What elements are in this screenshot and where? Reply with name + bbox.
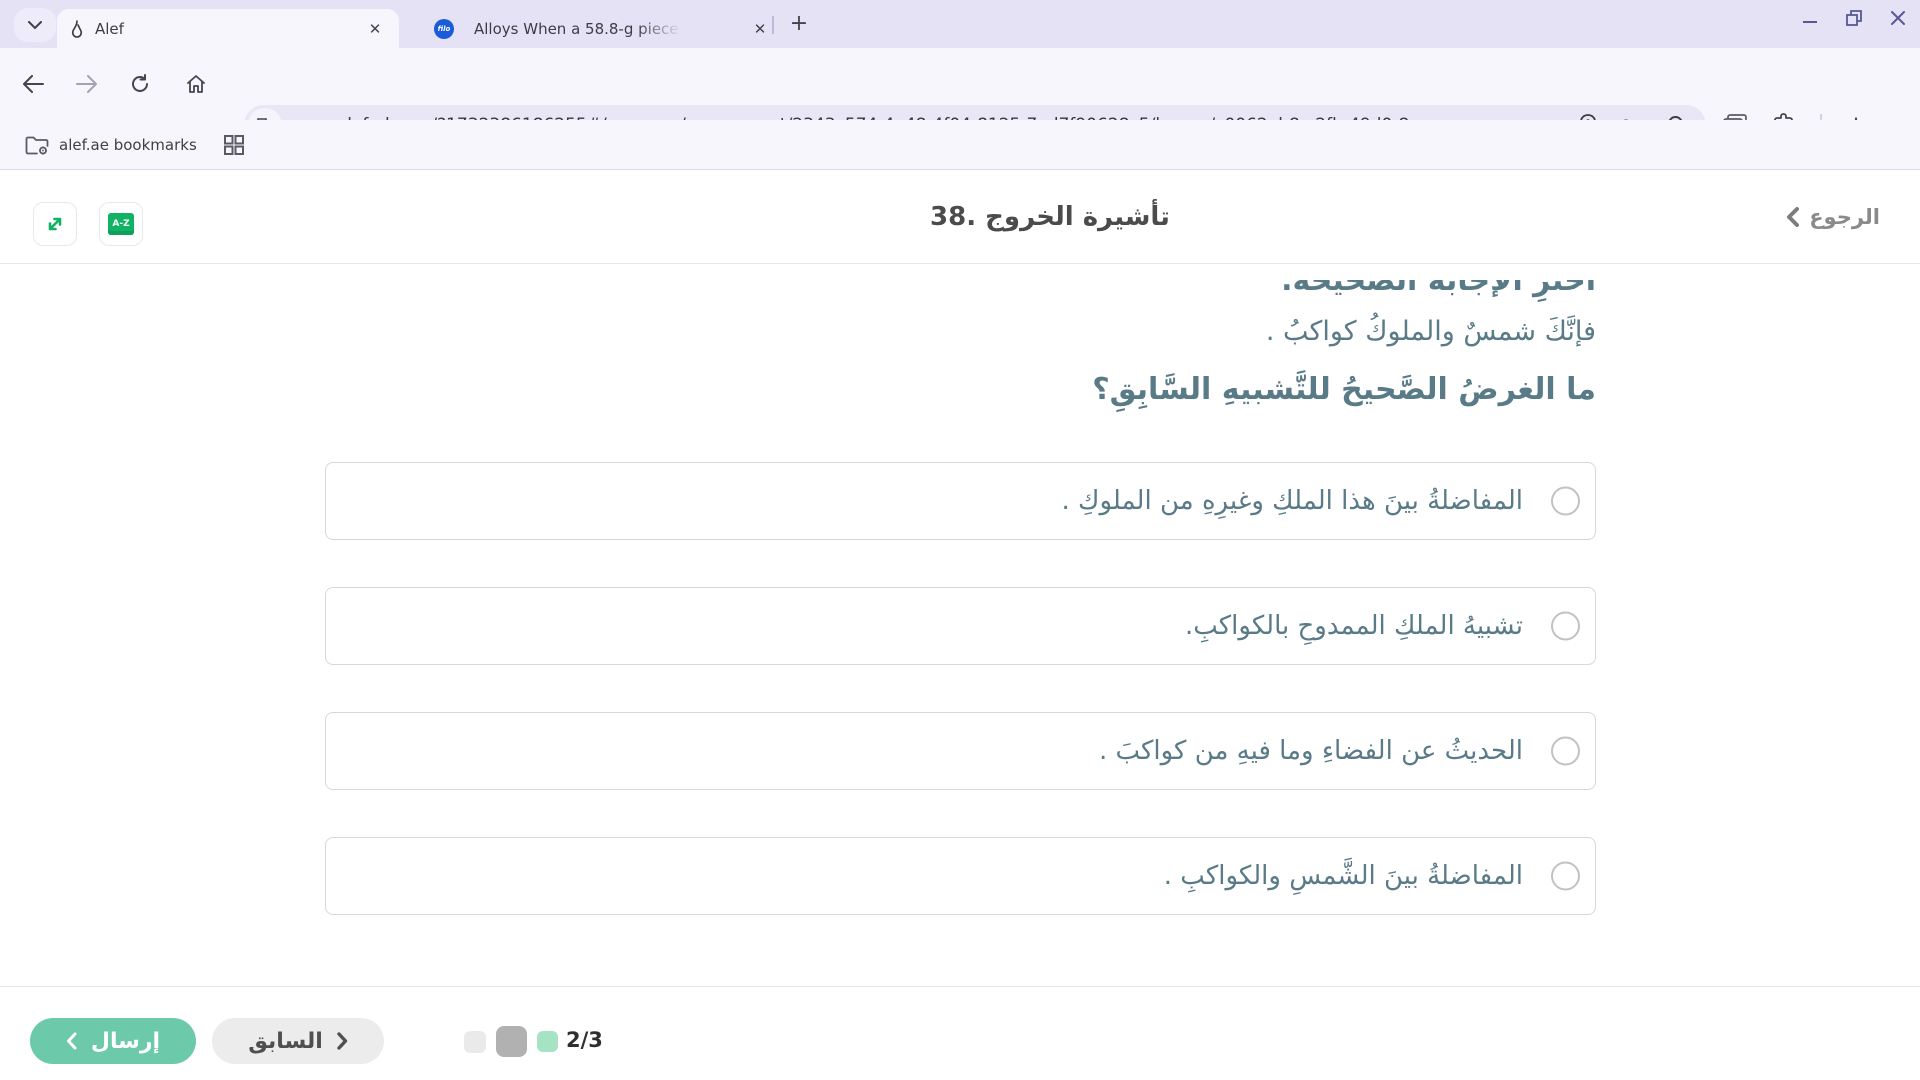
option-text: تشبيهُ الملكِ الممدوحِ بالكواكبِ.: [1184, 611, 1523, 641]
title-fade: [636, 19, 682, 38]
expand-arrows-icon: [48, 217, 62, 231]
back-arrow-icon: [23, 75, 44, 93]
question-verse: فإنَّكَ شمسٌ والملوكُ كواكبُ .: [1265, 316, 1596, 347]
forward-arrow-icon: [76, 75, 97, 93]
question-prompt: ما الغرضُ الصَّحيحُ للتَّشبيهِ السَّابِق…: [1092, 372, 1596, 407]
answer-option-4[interactable]: المفاضلةُ بينَ الشَّمسِ والكواكبِ .: [325, 837, 1596, 915]
reload-button[interactable]: [122, 66, 158, 102]
chevron-down-icon: [28, 20, 42, 29]
submit-button[interactable]: إرسال: [30, 1018, 196, 1064]
clipped-instruction: اخترِ الإجابةَ الصحيحةَ.: [1281, 280, 1596, 298]
managed-bookmarks-folder-icon[interactable]: [25, 135, 49, 155]
apps-grid-icon[interactable]: [223, 134, 245, 156]
filo-favicon: filo: [434, 18, 454, 39]
bookmarks-bar: alef.ae bookmarks: [0, 120, 1920, 170]
previous-button[interactable]: السابق: [212, 1018, 384, 1064]
restore-icon[interactable]: [1846, 10, 1862, 26]
progress-step-done: [537, 1031, 558, 1052]
chevron-left-icon: [66, 1032, 77, 1050]
answer-option-2[interactable]: تشبيهُ الملكِ الممدوحِ بالكواكبِ.: [325, 587, 1596, 665]
answer-option-3[interactable]: الحديثُ عن الفضاءِ وما فيهِ من كواكبَ .: [325, 712, 1596, 790]
close-tab-icon[interactable]: ✕: [363, 17, 387, 41]
option-text: الحديثُ عن الفضاءِ وما فيهِ من كواكبَ .: [1098, 736, 1523, 766]
radio-button[interactable]: [1551, 611, 1580, 641]
back-link[interactable]: الرجوع: [1786, 171, 1880, 263]
close-tab-icon[interactable]: ✕: [748, 17, 772, 41]
tab-separator: [772, 16, 774, 34]
radio-button[interactable]: [1551, 736, 1580, 766]
reload-icon: [132, 74, 148, 92]
tab-search-button[interactable]: [14, 8, 56, 42]
fullscreen-button[interactable]: [33, 202, 77, 246]
tab-strip: Alef ✕ filo Alloys When a 58.8-g piece o…: [0, 0, 1920, 48]
home-button[interactable]: [178, 66, 214, 102]
close-window-icon[interactable]: [1890, 10, 1906, 26]
progress-step-current: [496, 1026, 527, 1057]
progress-count: 2/3: [566, 1028, 603, 1052]
new-tab-button[interactable]: +: [786, 12, 812, 38]
forward-button[interactable]: [69, 66, 105, 102]
az-book-icon: A-Z: [108, 213, 134, 235]
answer-option-1[interactable]: المفاضلةُ بينَ هذا الملكِ وغيرِهِ من الم…: [325, 462, 1596, 540]
window-controls: [1802, 10, 1906, 26]
previous-label: السابق: [248, 1028, 323, 1054]
assessment-footer: إرسال السابق 2/3: [0, 986, 1920, 1080]
bookmarks-folder-label[interactable]: alef.ae bookmarks: [59, 136, 197, 154]
glossary-button[interactable]: A-Z: [99, 202, 143, 246]
tab-alloys[interactable]: filo Alloys When a 58.8-g piece of h ✕: [428, 9, 778, 48]
radio-button[interactable]: [1551, 861, 1580, 891]
back-label: الرجوع: [1809, 205, 1880, 229]
tab-title: Alef: [95, 19, 124, 38]
option-text: المفاضلةُ بينَ هذا الملكِ وغيرِهِ من الم…: [1061, 486, 1523, 516]
browser-toolbar: moe.alefed.com/?1732386186255#/progress/…: [0, 48, 1920, 145]
lesson-header: A-Z 38. تأشيرة الخروج الرجوع: [0, 171, 1920, 264]
chevron-right-icon: [337, 1032, 347, 1050]
back-button[interactable]: [15, 66, 51, 102]
page-title: 38. تأشيرة الخروج: [930, 202, 1170, 232]
progress-step-1: [464, 1031, 486, 1053]
home-icon: [187, 75, 205, 93]
submit-label: إرسال: [90, 1028, 161, 1054]
option-text: المفاضلةُ بينَ الشَّمسِ والكواكبِ .: [1163, 861, 1523, 891]
tab-alef[interactable]: Alef ✕: [57, 9, 399, 48]
chevron-left-icon: [1787, 207, 1800, 227]
alef-favicon: [71, 19, 83, 38]
minimize-icon[interactable]: [1802, 10, 1818, 26]
radio-button[interactable]: [1551, 486, 1580, 516]
